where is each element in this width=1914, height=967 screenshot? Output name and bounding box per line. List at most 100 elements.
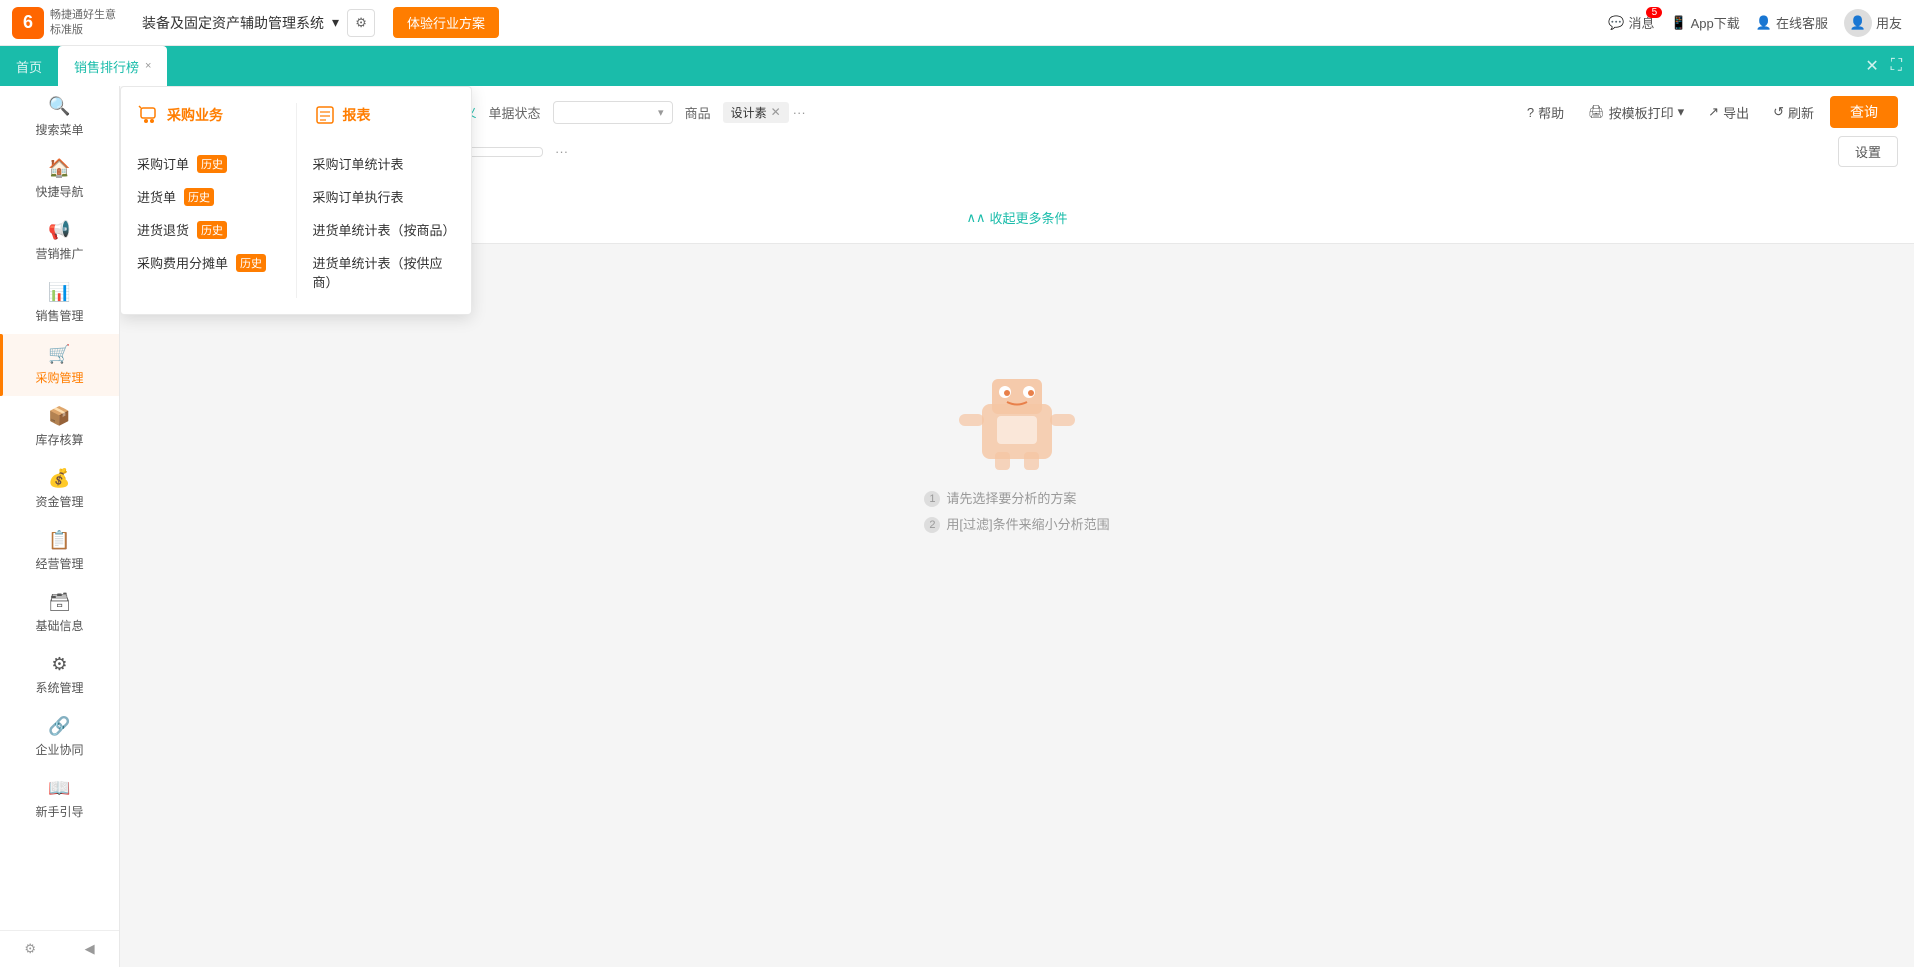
salesman-more[interactable]: ··· bbox=[555, 144, 568, 159]
dropdown-col2-header: 报表 bbox=[313, 103, 456, 135]
sidebar-settings-icon[interactable]: ⚙ bbox=[24, 941, 36, 957]
history-badge-3: 历史 bbox=[236, 254, 266, 272]
enterprise-icon: 🔗 bbox=[48, 716, 70, 737]
menu-item-order-stats[interactable]: 采购订单统计表 bbox=[313, 147, 456, 180]
logo-text: 畅捷通好生意 标准版 bbox=[50, 8, 116, 37]
goods-filter: 设计素 ✕ ··· bbox=[723, 102, 806, 123]
home-icon: 🏠 bbox=[48, 158, 70, 179]
settings-btn[interactable]: ⚙ bbox=[347, 9, 375, 37]
msg-btn[interactable]: 💬 消息 5 bbox=[1608, 13, 1654, 32]
phone-icon: 📱 bbox=[1670, 15, 1686, 31]
sidebar-item-operation[interactable]: 📋 经营管理 bbox=[0, 520, 119, 582]
content-area: 制单日期 2024-01-01 ~ 2024-12-31 近7天 更多 自定义 … bbox=[120, 86, 1914, 967]
empty-illustration bbox=[947, 364, 1087, 474]
sidebar-item-search[interactable]: 🔍 搜索菜单 bbox=[0, 86, 119, 148]
empty-text: 1 请先选择要分析的方案 2 用[过滤]条件来缩小分析范围 bbox=[924, 486, 1109, 538]
system-icon: ⚙ bbox=[51, 654, 67, 675]
print-icon: 🖨 bbox=[1588, 104, 1605, 120]
query-btn[interactable]: 查询 bbox=[1830, 96, 1898, 128]
status-select[interactable]: ▾ bbox=[553, 101, 673, 124]
system-title: 装备及固定资产辅助管理系统 ▾ ⚙ 体验行业方案 bbox=[132, 7, 1608, 38]
avatar: 👤 bbox=[1844, 9, 1872, 37]
menu-item-purchase-order[interactable]: 采购订单 历史 bbox=[137, 147, 280, 180]
sidebar-item-purchase[interactable]: 🛒 采购管理 bbox=[0, 334, 119, 396]
tab-close-btn[interactable]: ✕ bbox=[1865, 56, 1878, 76]
basic-icon: 🗃 bbox=[48, 592, 71, 613]
menu-item-expense[interactable]: 采购费用分摊单 历史 bbox=[137, 246, 280, 279]
help-icon: ? bbox=[1527, 105, 1534, 120]
purchase-col-icon bbox=[137, 103, 161, 127]
goods-tag: 设计素 ✕ bbox=[723, 102, 789, 123]
status-label: 单据状态 bbox=[489, 103, 541, 122]
newbie-icon: 📖 bbox=[48, 778, 70, 799]
industry-btn[interactable]: 体验行业方案 bbox=[393, 7, 499, 38]
toolbar-right: ? 帮助 🖨 按模板打印 ▾ ↗ 导出 ↺ 刷新 bbox=[1519, 96, 1898, 128]
logo-area: 6 畅捷通好生意 标准版 bbox=[12, 7, 132, 39]
menu-item-incoming-stats-goods[interactable]: 进货单统计表（按商品） bbox=[313, 213, 456, 246]
sidebar-bottom: ⚙ ◀ bbox=[0, 930, 119, 967]
msg-icon: 💬 bbox=[1608, 15, 1624, 31]
menu-item-incoming[interactable]: 进货单 历史 bbox=[137, 180, 280, 213]
tab-bar-actions: ✕ ⛶ bbox=[1865, 56, 1914, 76]
step2-num: 2 bbox=[924, 517, 940, 533]
dropdown-col-report: 报表 采购订单统计表 采购订单执行表 进货单统计表（按商品） 进货单统计表（按供… bbox=[296, 103, 472, 298]
sidebar-item-marketing[interactable]: 📢 营销推广 bbox=[0, 210, 119, 272]
user-btn[interactable]: 👤 用友 bbox=[1844, 9, 1902, 37]
goods-more[interactable]: ··· bbox=[793, 105, 806, 120]
sales-icon: 📊 bbox=[48, 282, 70, 303]
dropdown-col-purchase: 采购业务 采购订单 历史 进货单 历史 进货退货 历史 采购费用分摊单 历史 bbox=[121, 103, 296, 298]
inventory-icon: 📦 bbox=[48, 406, 70, 427]
sidebar-item-inventory[interactable]: 📦 库存核算 bbox=[0, 396, 119, 458]
sidebar-item-newbie[interactable]: 📖 新手引导 bbox=[0, 768, 119, 830]
goods-label: 商品 bbox=[685, 103, 711, 122]
title-dropdown-arrow[interactable]: ▾ bbox=[332, 14, 339, 31]
sidebar-item-finance[interactable]: 💰 资金管理 bbox=[0, 458, 119, 520]
online-service-btn[interactable]: 👤 在线客服 bbox=[1756, 13, 1828, 32]
status-dropdown-icon: ▾ bbox=[658, 106, 664, 119]
sidebar-collapse-icon[interactable]: ◀ bbox=[85, 941, 95, 957]
tab-sales-ranking[interactable]: 销售排行榜 × bbox=[58, 46, 167, 86]
logo-icon: 6 bbox=[12, 7, 44, 39]
sidebar-item-sales[interactable]: 📊 销售管理 bbox=[0, 272, 119, 334]
set-btn[interactable]: 设置 bbox=[1838, 136, 1898, 167]
operation-icon: 📋 bbox=[48, 530, 70, 551]
tab-home[interactable]: 首页 bbox=[0, 46, 58, 86]
tab-close-icon[interactable]: × bbox=[145, 60, 151, 72]
export-icon: ↗ bbox=[1708, 104, 1719, 120]
report-col-icon bbox=[313, 103, 337, 127]
sidebar-item-quick[interactable]: 🏠 快捷导航 bbox=[0, 148, 119, 210]
sidebar-item-system[interactable]: ⚙ 系统管理 bbox=[0, 644, 119, 706]
refresh-icon: ↺ bbox=[1773, 104, 1784, 120]
menu-item-incoming-stats-supplier[interactable]: 进货单统计表（按供应商） bbox=[313, 246, 456, 298]
msg-badge: 5 bbox=[1646, 7, 1662, 18]
header-right: 💬 消息 5 📱 App下载 👤 在线客服 👤 用友 bbox=[1608, 9, 1902, 37]
main-layout: 🔍 搜索菜单 🏠 快捷导航 📢 营销推广 📊 销售管理 🛒 采购管理 📦 库存核… bbox=[0, 86, 1914, 967]
tab-expand-btn[interactable]: ⛶ bbox=[1891, 57, 1902, 75]
menu-item-return[interactable]: 进货退货 历史 bbox=[137, 213, 280, 246]
collapse-up-icon: ∧∧ bbox=[966, 210, 985, 226]
print-btn[interactable]: 🖨 按模板打印 ▾ bbox=[1580, 99, 1692, 126]
app-download-btn[interactable]: 📱 App下载 bbox=[1670, 13, 1739, 32]
col2-header-text: 报表 bbox=[343, 105, 371, 125]
history-badge-1: 历史 bbox=[184, 188, 214, 206]
top-header: 6 畅捷通好生意 标准版 装备及固定资产辅助管理系统 ▾ ⚙ 体验行业方案 💬 … bbox=[0, 0, 1914, 46]
finance-icon: 💰 bbox=[48, 468, 70, 489]
print-dropdown-icon: ▾ bbox=[1678, 104, 1685, 120]
refresh-btn[interactable]: ↺ 刷新 bbox=[1765, 99, 1822, 126]
purchase-icon: 🛒 bbox=[48, 344, 70, 365]
set-btn-container: 设置 bbox=[1838, 136, 1898, 167]
sidebar-item-enterprise[interactable]: 🔗 企业协同 bbox=[0, 706, 119, 768]
export-btn[interactable]: ↗ 导出 bbox=[1700, 99, 1757, 126]
history-badge-2: 历史 bbox=[197, 221, 227, 239]
tab-bar: 首页 销售排行榜 × ✕ ⛶ bbox=[0, 46, 1914, 86]
empty-svg bbox=[947, 364, 1087, 474]
step1-num: 1 bbox=[924, 491, 940, 507]
service-icon: 👤 bbox=[1756, 15, 1772, 31]
help-btn[interactable]: ? 帮助 bbox=[1519, 99, 1572, 126]
menu-item-order-exec[interactable]: 采购订单执行表 bbox=[313, 180, 456, 213]
marketing-icon: 📢 bbox=[48, 220, 70, 241]
sidebar: 🔍 搜索菜单 🏠 快捷导航 📢 营销推广 📊 销售管理 🛒 采购管理 📦 库存核… bbox=[0, 86, 120, 967]
dropdown-col1-header: 采购业务 bbox=[137, 103, 280, 135]
sidebar-item-basic[interactable]: 🗃 基础信息 bbox=[0, 582, 119, 644]
goods-tag-close[interactable]: ✕ bbox=[771, 105, 781, 119]
